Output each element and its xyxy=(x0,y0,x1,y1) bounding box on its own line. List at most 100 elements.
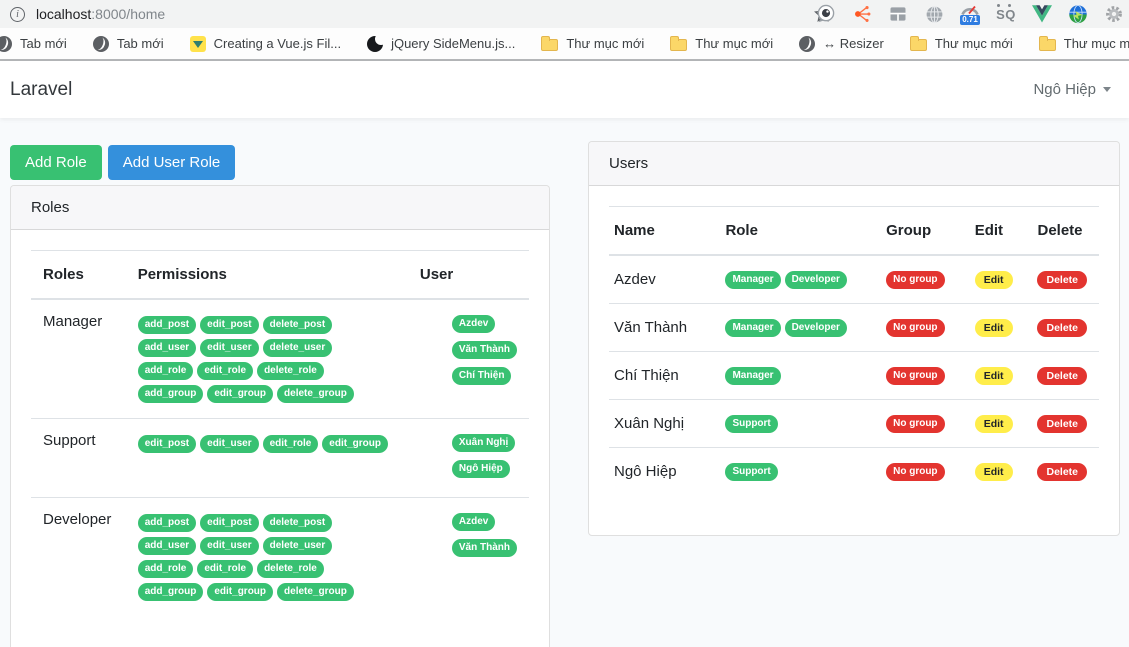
roles-column-header: User xyxy=(407,250,529,300)
folder-icon xyxy=(541,36,559,51)
share-hub-extension-icon[interactable] xyxy=(850,1,874,27)
users-column-header: Name xyxy=(609,206,721,256)
bookmark-item[interactable]: Creating a Vue.js Fil... xyxy=(177,28,354,59)
permission-badge: edit_user xyxy=(200,434,259,453)
user-delete-cell: Delete xyxy=(1032,302,1099,351)
permission-badge: edit_post xyxy=(200,513,259,532)
roles-column-header: Roles xyxy=(31,250,126,300)
gear-extension-icon[interactable] xyxy=(1102,1,1126,27)
edit-button[interactable]: Edit xyxy=(974,414,1013,433)
user-role-badge: Manager xyxy=(725,271,781,290)
users-column-header: Edit xyxy=(969,206,1033,256)
roles-table-head-row: Roles Permissions User xyxy=(31,250,529,300)
users-panel-body: Name Role Group Edit Delete Azdev Manager Deve… xyxy=(589,186,1119,515)
role-permissions: add_post edit_post delete_post add_user edit… xyxy=(125,298,408,419)
permission-badge: delete_user xyxy=(262,536,333,555)
bookmark-item[interactable]: Tab mới xyxy=(80,28,177,59)
roles-table: Roles Permissions User Manager add_postedit… xyxy=(31,250,529,616)
user-name: Chí Thiện xyxy=(609,350,721,399)
permission-badge: delete_group xyxy=(277,582,354,601)
role-user-line: Xuân Nghị xyxy=(451,432,517,452)
user-edit-cell: Edit xyxy=(969,254,1033,303)
delete-button[interactable]: Delete xyxy=(1037,366,1087,385)
role-name: Developer xyxy=(31,497,126,616)
bookmark-item[interactable]: ↔ Resizer xyxy=(786,28,897,59)
bookmark-item[interactable]: Thư mục mới xyxy=(528,28,657,59)
users-table: Name Role Group Edit Delete Azdev Manager Deve… xyxy=(609,206,1099,495)
role-users: Azdev Văn Thành Chí Thiện xyxy=(407,298,529,419)
bookmark-item[interactable]: jQuery SideMenu.js... xyxy=(354,28,528,59)
permission-badge: edit_post xyxy=(137,434,197,453)
user-group: No group xyxy=(881,446,970,495)
delete-button[interactable]: Delete xyxy=(1037,414,1087,433)
roles-table-row: Developer add_post edit_post delete_postadd… xyxy=(31,497,529,616)
window-layout-extension-icon[interactable] xyxy=(886,1,910,27)
app-navbar: Laravel Ngô Hiệp xyxy=(0,61,1129,118)
vue-devtools-extension-icon[interactable] xyxy=(1030,1,1054,27)
add-user-role-button[interactable]: Add User Role xyxy=(107,145,236,180)
permission-badge: delete_group xyxy=(277,384,354,403)
bookmark-item[interactable]: Thư mục mới xyxy=(657,28,786,59)
roles-table-row: Manager add_post edit_post delete_post add_u… xyxy=(31,298,529,419)
delete-button[interactable]: Delete xyxy=(1037,462,1087,481)
edit-button[interactable]: Edit xyxy=(974,366,1013,385)
users-column-header: Role xyxy=(720,206,882,256)
permission-badge: delete_post xyxy=(262,513,333,532)
role-name: Support xyxy=(31,418,126,498)
user-role-badge: Manager xyxy=(725,367,781,385)
jquery-icon xyxy=(367,32,388,52)
user-delete-cell: Delete xyxy=(1032,350,1099,399)
role-name: Manager xyxy=(31,298,126,419)
permission-badge: edit_group xyxy=(207,384,274,403)
user-group: No group xyxy=(881,398,970,447)
bookmark-label: Thư mục mới xyxy=(934,36,1013,51)
role-user-line: Azdev xyxy=(451,313,517,333)
user-role-badge: Developer xyxy=(784,271,847,290)
bookmark-item[interactable]: Tab mới xyxy=(0,28,80,59)
idm-extension-icon[interactable] xyxy=(1066,1,1090,27)
edit-button[interactable]: Edit xyxy=(974,270,1013,289)
user-role-badge: Support xyxy=(725,415,778,433)
user-group: No group xyxy=(881,302,970,351)
users-column-header: Delete xyxy=(1032,206,1099,256)
user-roles: Support xyxy=(720,398,882,447)
user-dropdown[interactable]: Ngô Hiệp xyxy=(1033,81,1111,98)
sq-extension-icon[interactable]: SQ xyxy=(994,1,1018,27)
user-delete-cell: Delete xyxy=(1032,398,1099,447)
no-group-badge: No group xyxy=(886,271,945,290)
permission-badge: add_post xyxy=(137,315,197,334)
delete-button[interactable]: Delete xyxy=(1037,318,1087,337)
delete-button[interactable]: Delete xyxy=(1037,270,1087,289)
role-user-line: Văn Thành xyxy=(451,537,517,557)
edit-button[interactable]: Edit xyxy=(974,462,1013,481)
folder-icon xyxy=(670,36,688,51)
brand-link[interactable]: Laravel xyxy=(10,79,72,101)
browser-url-bar[interactable]: i localhost:8000/home 0.71 SQ xyxy=(0,0,1129,28)
roles-panel-title: Roles xyxy=(11,186,549,230)
permission-badge: delete_user xyxy=(262,338,333,357)
page-info-icon[interactable]: i xyxy=(10,6,25,22)
pagespeed-gauge-extension-icon[interactable]: 0.71 xyxy=(958,1,982,27)
bookmark-label: ↔ Resizer xyxy=(823,36,884,51)
users-table-row: Ngô Hiệp Support No group Edit Delete xyxy=(609,446,1099,495)
reader-eye-extension-icon[interactable] xyxy=(814,1,838,27)
user-badge: Văn Thành xyxy=(451,341,517,359)
bookmark-label: jQuery SideMenu.js... xyxy=(391,36,516,51)
bookmark-item[interactable]: Thư mục mới xyxy=(897,28,1026,59)
add-role-button[interactable]: Add Role xyxy=(10,145,102,180)
users-table-row: Azdev Manager Developer No group Edit Delete xyxy=(609,254,1099,303)
permission-badge: delete_role xyxy=(257,559,324,578)
roles-panel-body: Roles Permissions User Manager add_postedit… xyxy=(11,230,549,636)
user-roles: Manager Developer xyxy=(720,302,882,351)
role-user-line: Văn Thành xyxy=(451,339,517,359)
user-role-badge: Developer xyxy=(784,319,847,337)
no-group-badge: No group xyxy=(886,463,945,482)
permission-badge: delete_post xyxy=(262,315,333,334)
permission-badge: add_user xyxy=(137,338,197,357)
pagespeed-score-badge: 0.71 xyxy=(960,15,980,26)
folder-icon xyxy=(1038,36,1056,51)
bookmark-item[interactable]: Thư mục mới xyxy=(1026,28,1129,59)
bookmark-label: Thư mục mới xyxy=(1063,36,1129,51)
edit-button[interactable]: Edit xyxy=(974,318,1013,337)
globe-extension-icon[interactable] xyxy=(922,1,946,27)
